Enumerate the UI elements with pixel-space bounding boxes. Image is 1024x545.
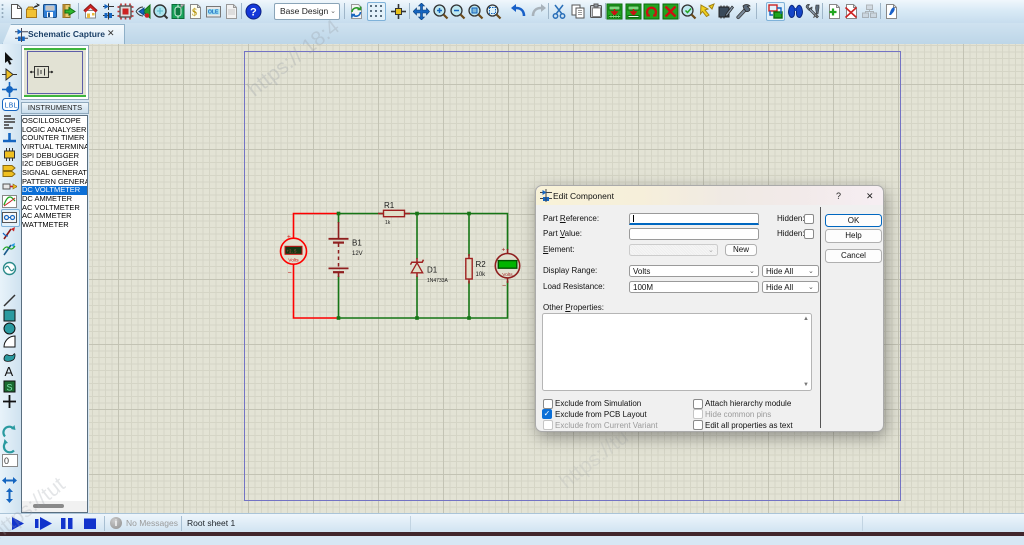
svg-text:A: A [813,13,818,20]
svg-text:10k: 10k [476,272,487,278]
svg-text:A: A [5,364,14,379]
svg-text:+: + [502,247,506,254]
svg-text:12V: 12V [352,251,363,257]
svg-text:R1: R1 [384,201,395,210]
svg-text:1k: 1k [385,220,391,226]
svg-text:S: S [7,382,13,392]
svg-text:0: 0 [4,456,9,466]
svg-text:LBL: LBL [4,103,18,111]
svg-text:+: + [287,234,291,241]
svg-text:+2.5: +2.5 [287,250,298,254]
svg-text:$: $ [192,8,197,19]
svg-text:OLE: OLE [208,10,219,16]
svg-text:R2: R2 [476,260,487,269]
svg-text:Volts: Volts [288,258,299,264]
svg-text:D1: D1 [427,266,438,275]
svg-text:Volts: Volts [502,272,513,278]
svg-text:?: ? [250,7,257,19]
svg-text:1N4733A: 1N4733A [427,278,449,284]
svg-text:−: − [288,270,292,277]
svg-text:−: − [502,283,506,290]
svg-text:B1: B1 [352,239,362,248]
